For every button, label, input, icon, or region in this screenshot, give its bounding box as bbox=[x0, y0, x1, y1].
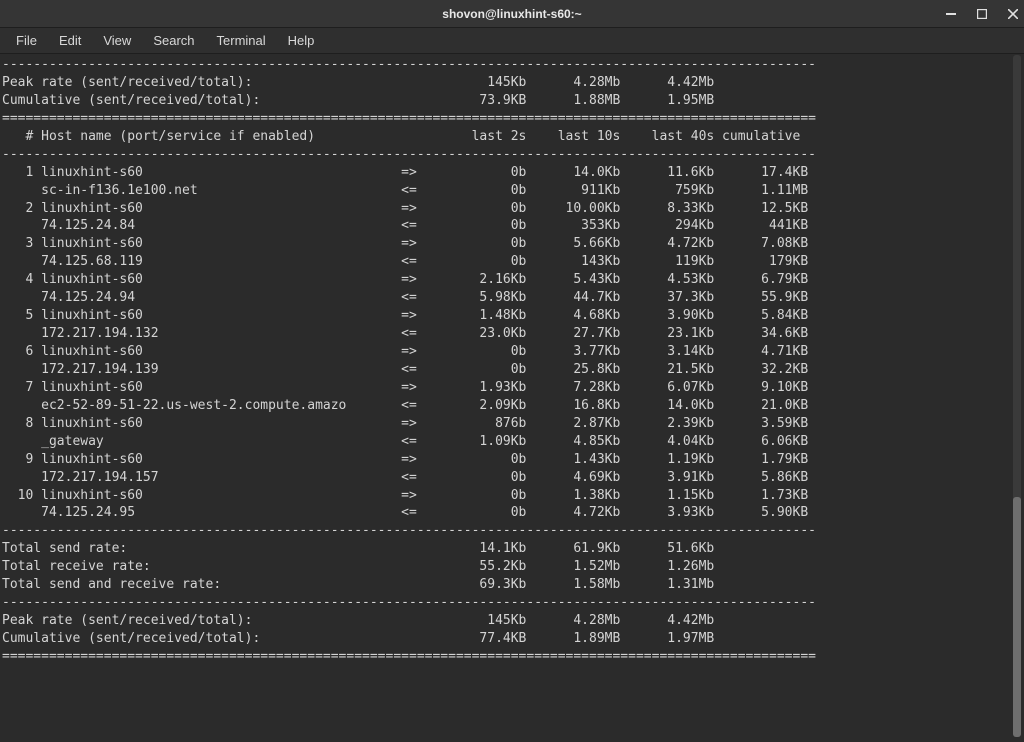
terminal-line: 74.125.24.95 <= 0b 4.72Kb 3.93Kb 5.90KB bbox=[2, 504, 1022, 522]
terminal-line: 2 linuxhint-s60 => 0b 10.00Kb 8.33Kb 12.… bbox=[2, 200, 1022, 218]
terminal-line: sc-in-f136.1e100.net <= 0b 911Kb 759Kb 1… bbox=[2, 182, 1022, 200]
window-controls bbox=[943, 0, 1020, 28]
menubar: File Edit View Search Terminal Help bbox=[0, 28, 1024, 54]
terminal-line: Cumulative (sent/received/total): 77.4KB… bbox=[2, 630, 1022, 648]
terminal-line: Peak rate (sent/received/total): 145Kb 4… bbox=[2, 74, 1022, 92]
terminal-line: _gateway <= 1.09Kb 4.85Kb 4.04Kb 6.06KB bbox=[2, 433, 1022, 451]
terminal-line: 9 linuxhint-s60 => 0b 1.43Kb 1.19Kb 1.79… bbox=[2, 451, 1022, 469]
terminal-line: 10 linuxhint-s60 => 0b 1.38Kb 1.15Kb 1.7… bbox=[2, 487, 1022, 505]
terminal-line: 3 linuxhint-s60 => 0b 5.66Kb 4.72Kb 7.08… bbox=[2, 235, 1022, 253]
menu-help[interactable]: Help bbox=[278, 30, 325, 51]
menu-terminal[interactable]: Terminal bbox=[207, 30, 276, 51]
terminal-line: 8 linuxhint-s60 => 876b 2.87Kb 2.39Kb 3.… bbox=[2, 415, 1022, 433]
terminal-line: ----------------------------------------… bbox=[2, 594, 1022, 612]
terminal-line: # Host name (port/service if enabled) la… bbox=[2, 128, 1022, 146]
terminal-line: 172.217.194.139 <= 0b 25.8Kb 21.5Kb 32.2… bbox=[2, 361, 1022, 379]
terminal-line: Cumulative (sent/received/total): 73.9KB… bbox=[2, 92, 1022, 110]
window-title: shovon@linuxhint-s60:~ bbox=[442, 7, 581, 21]
terminal-line: ----------------------------------------… bbox=[2, 56, 1022, 74]
scrollbar-track[interactable] bbox=[1013, 55, 1021, 737]
terminal-line: ----------------------------------------… bbox=[2, 146, 1022, 164]
menu-edit[interactable]: Edit bbox=[49, 30, 91, 51]
terminal-output[interactable]: ----------------------------------------… bbox=[0, 54, 1024, 742]
terminal-line: ========================================… bbox=[2, 110, 1022, 128]
terminal-line: 172.217.194.157 <= 0b 4.69Kb 3.91Kb 5.86… bbox=[2, 469, 1022, 487]
maximize-button[interactable] bbox=[974, 7, 989, 22]
minimize-button[interactable] bbox=[943, 7, 958, 22]
terminal-line: 74.125.68.119 <= 0b 143Kb 119Kb 179KB bbox=[2, 253, 1022, 271]
terminal-line: ec2-52-89-51-22.us-west-2.compute.amazo … bbox=[2, 397, 1022, 415]
terminal-line: 74.125.24.84 <= 0b 353Kb 294Kb 441KB bbox=[2, 217, 1022, 235]
terminal-line: 5 linuxhint-s60 => 1.48Kb 4.68Kb 3.90Kb … bbox=[2, 307, 1022, 325]
terminal-line: 7 linuxhint-s60 => 1.93Kb 7.28Kb 6.07Kb … bbox=[2, 379, 1022, 397]
terminal-line: 1 linuxhint-s60 => 0b 14.0Kb 11.6Kb 17.4… bbox=[2, 164, 1022, 182]
terminal-line: Total send and receive rate: 69.3Kb 1.58… bbox=[2, 576, 1022, 594]
window-titlebar: shovon@linuxhint-s60:~ bbox=[0, 0, 1024, 28]
scrollbar-thumb[interactable] bbox=[1013, 497, 1021, 737]
terminal-line: ----------------------------------------… bbox=[2, 522, 1022, 540]
terminal-line: Peak rate (sent/received/total): 145Kb 4… bbox=[2, 612, 1022, 630]
menu-file[interactable]: File bbox=[6, 30, 47, 51]
close-button[interactable] bbox=[1005, 7, 1020, 22]
terminal-line: ========================================… bbox=[2, 648, 1022, 666]
terminal-line: Total receive rate: 55.2Kb 1.52Mb 1.26Mb bbox=[2, 558, 1022, 576]
terminal-line: 6 linuxhint-s60 => 0b 3.77Kb 3.14Kb 4.71… bbox=[2, 343, 1022, 361]
menu-view[interactable]: View bbox=[93, 30, 141, 51]
terminal-line: Total send rate: 14.1Kb 61.9Kb 51.6Kb bbox=[2, 540, 1022, 558]
terminal-line: 172.217.194.132 <= 23.0Kb 27.7Kb 23.1Kb … bbox=[2, 325, 1022, 343]
terminal-line: 74.125.24.94 <= 5.98Kb 44.7Kb 37.3Kb 55.… bbox=[2, 289, 1022, 307]
menu-search[interactable]: Search bbox=[143, 30, 204, 51]
terminal-line: 4 linuxhint-s60 => 2.16Kb 5.43Kb 4.53Kb … bbox=[2, 271, 1022, 289]
